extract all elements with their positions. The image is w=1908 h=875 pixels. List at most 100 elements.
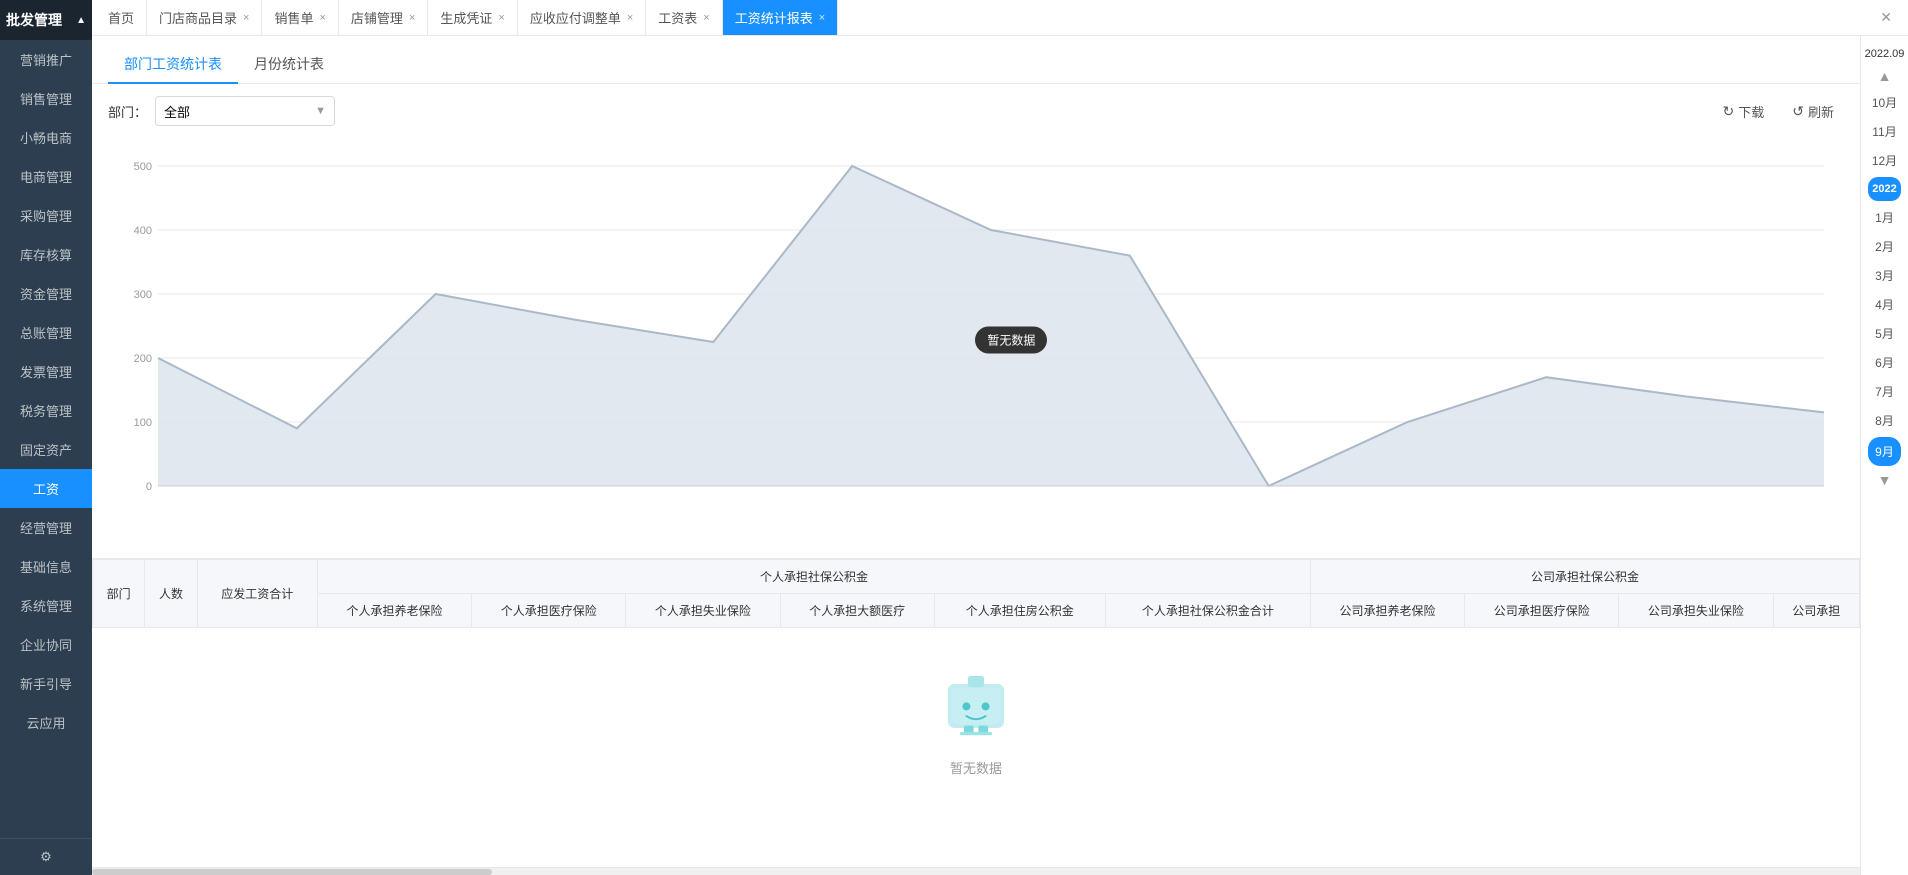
tab-首页[interactable]: 首页 [96,0,147,36]
sidebar-item-总账管理[interactable]: 总账管理 [0,313,92,352]
tab-label: 销售单 [274,8,313,27]
date-month-11月[interactable]: 11月 [1864,117,1904,146]
sidebar-item-电商管理[interactable]: 电商管理 [0,157,92,196]
sidebar-item-系统管理[interactable]: 系统管理 [0,586,92,625]
sidebar-item-经营管理[interactable]: 经营管理 [0,508,92,547]
date-month-7月[interactable]: 7月 [1864,377,1904,406]
col-公司承担养老保险: 公司承担养老保险 [1310,594,1464,628]
download-label: 下载 [1738,102,1764,121]
sidebar-settings[interactable]: ⚙ [0,838,92,875]
tab-close-icon[interactable]: × [627,12,633,24]
date-month-12月[interactable]: 12月 [1864,146,1904,175]
date-month-2月[interactable]: 2月 [1864,232,1904,261]
col-公司承担失业保险: 公司承担失业保险 [1619,594,1773,628]
svg-text:400: 400 [134,225,152,237]
date-current-label[interactable]: 2022.09 [1863,44,1907,64]
date-month-3月[interactable]: 3月 [1864,261,1904,290]
settings-icon: ⚙ [40,849,52,864]
tab-label: 工资表 [658,8,697,27]
tab-生成凭证[interactable]: 生成凭证× [428,0,517,36]
sub-tabs: 部门工资统计表月份统计表 [92,36,1860,84]
dept-label: 部门： [108,102,147,121]
svg-text:100: 100 [134,417,152,429]
content-area: 部门工资统计表月份统计表 部门： 全部 ▼ ↻ 下载 [92,36,1908,875]
scroll-bar-thumb[interactable] [92,869,492,875]
sidebar-item-固定资产[interactable]: 固定资产 [0,430,92,469]
chart-svg: 0100200300400500 [108,146,1844,516]
table-wrapper[interactable]: 部门 人数 应发工资合计 个人承担社保公积金 公司承担社保公积金 个人承担养老保… [92,558,1860,867]
dept-select[interactable]: 全部 ▼ [155,96,335,126]
sidebar-item-税务管理[interactable]: 税务管理 [0,391,92,430]
page-content: 部门工资统计表月份统计表 部门： 全部 ▼ ↻ 下载 [92,36,1860,875]
sidebar-item-销售管理[interactable]: 销售管理 [0,79,92,118]
date-up-icon[interactable]: ▲ [1874,64,1896,88]
tab-close-icon[interactable]: × [319,12,325,24]
sub-tab-月份统计表[interactable]: 月份统计表 [238,46,340,84]
dept-select-value: 全部 [164,102,190,121]
date-month-6月[interactable]: 6月 [1864,348,1904,377]
col-个人承担失业保险: 个人承担失业保险 [626,594,780,628]
sidebar-item-采购管理[interactable]: 采购管理 [0,196,92,235]
tab-close-icon[interactable]: × [498,12,504,24]
no-data-text: 暂无数据 [950,758,1002,777]
refresh-button[interactable]: ↺ 刷新 [1782,98,1844,125]
sub-tab-部门工资统计表[interactable]: 部门工资统计表 [108,46,238,84]
main-area: 首页门店商品目录×销售单×店铺管理×生成凭证×应收应付调整单×工资表×工资统计报… [92,0,1908,875]
tab-close-icon[interactable]: × [703,12,709,24]
tab-label: 应收应付调整单 [530,8,621,27]
tab-label: 首页 [108,8,134,27]
tab-bar: 首页门店商品目录×销售单×店铺管理×生成凭证×应收应付调整单×工资表×工资统计报… [92,0,1908,36]
date-month-4月[interactable]: 4月 [1864,290,1904,319]
sidebar-item-发票管理[interactable]: 发票管理 [0,352,92,391]
tab-应收应付调整单[interactable]: 应收应付调整单 × [518,0,646,36]
sidebar-header[interactable]: 批发管理 ▲ [0,0,92,40]
sidebar-item-小畅电商[interactable]: 小畅电商 [0,118,92,157]
download-button[interactable]: ↻ 下载 [1713,98,1775,125]
toolbar-right: ↻ 下载 ↺ 刷新 [1713,98,1845,125]
date-down-icon[interactable]: ▼ [1874,468,1896,492]
chart-area: 0100200300400500 暂无数据 [92,138,1860,558]
sidebar-item-工资[interactable]: 工资 [0,469,92,508]
sidebar-item-库存核算[interactable]: 库存核算 [0,235,92,274]
tab-close-icon[interactable]: × [409,12,415,24]
sidebar-item-企业协同[interactable]: 企业协同 [0,625,92,664]
tab-销售单[interactable]: 销售单 × [262,0,338,36]
col-公司承担: 公司承担 [1773,594,1859,628]
tab-close-icon[interactable]: × [819,12,825,24]
col-group-personal: 个人承担社保公积金 [317,560,1310,594]
svg-text:200: 200 [134,353,152,365]
date-month-5月[interactable]: 5月 [1864,319,1904,348]
col-group-company: 公司承担社保公积金 [1310,560,1859,594]
tab-close-all-icon[interactable]: ✕ [1876,7,1896,28]
toolbar: 部门： 全部 ▼ ↻ 下载 ↺ 刷新 [92,84,1860,138]
scroll-bar-area[interactable] [92,867,1860,875]
sidebar-item-资金管理[interactable]: 资金管理 [0,274,92,313]
date-month-2022[interactable]: 2022 [1868,177,1900,201]
toolbar-left: 部门： 全部 ▼ [108,96,335,126]
tab-close-icon[interactable]: × [243,12,249,24]
col-个人承担大额医疗: 个人承担大额医疗 [780,594,934,628]
sidebar-item-云应用[interactable]: 云应用 [0,703,92,742]
tab-门店商品目录[interactable]: 门店商品目录 × [147,0,262,36]
col-个人承担社保公积金合计: 个人承担社保公积金合计 [1105,594,1310,628]
tab-店铺管理[interactable]: 店铺管理× [339,0,428,36]
sidebar-item-营销推广[interactable]: 营销推广 [0,40,92,79]
date-month-1月[interactable]: 1月 [1864,203,1904,232]
date-month-9月[interactable]: 9月 [1868,437,1900,466]
chevron-down-icon: ▼ [315,105,326,117]
sidebar-title: 批发管理 [6,10,62,30]
sidebar-item-新手引导[interactable]: 新手引导 [0,664,92,703]
tab-工资表[interactable]: 工资表 × [646,0,722,36]
col-total-wage: 应发工资合计 [197,560,317,628]
no-data-icon [936,668,1016,748]
no-data-container: 暂无数据 [92,628,1860,817]
sidebar-item-基础信息[interactable]: 基础信息 [0,547,92,586]
col-个人承担住房公积金: 个人承担住房公积金 [934,594,1105,628]
tab-label: 门店商品目录 [159,8,237,27]
tab-工资统计报表[interactable]: 工资统计报表× [723,0,838,36]
date-months: 10月11月12月20221月2月3月4月5月6月7月8月9月 [1864,88,1904,468]
date-month-8月[interactable]: 8月 [1864,406,1904,435]
date-month-10月[interactable]: 10月 [1864,88,1904,117]
sidebar: 批发管理 ▲ 营销推广销售管理小畅电商电商管理采购管理库存核算资金管理总账管理发… [0,0,92,875]
table-header-row2: 个人承担养老保险个人承担医疗保险个人承担失业保险个人承担大额医疗个人承担住房公积… [93,594,1860,628]
